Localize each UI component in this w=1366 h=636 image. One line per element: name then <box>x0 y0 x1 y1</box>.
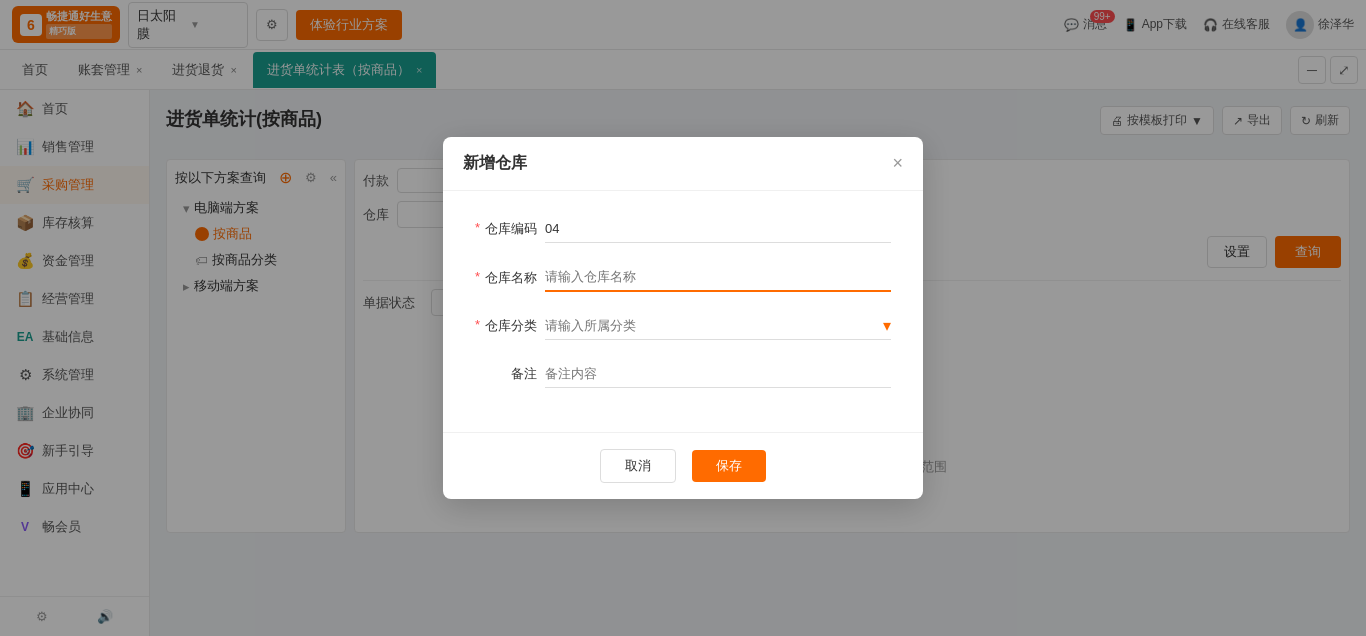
category-dropdown-icon: ▾ <box>883 316 891 335</box>
code-input[interactable] <box>545 215 891 243</box>
form-row-code: 仓库编码 <box>475 215 891 243</box>
modal-footer: 取消 保存 <box>443 432 923 499</box>
form-row-category: 仓库分类 ▾ <box>475 312 891 340</box>
category-select-input[interactable] <box>545 312 883 339</box>
modal-close-button[interactable]: × <box>892 153 903 174</box>
form-row-note: 备注 <box>475 360 891 388</box>
category-label: 仓库分类 <box>475 317 545 335</box>
note-label: 备注 <box>475 365 545 383</box>
new-warehouse-modal: 新增仓库 × 仓库编码 仓库名称 仓库分类 ▾ <box>443 137 923 499</box>
modal-title: 新增仓库 <box>463 153 527 174</box>
cancel-button[interactable]: 取消 <box>600 449 676 483</box>
category-select-wrapper[interactable]: ▾ <box>545 312 891 340</box>
modal-overlay: 新增仓库 × 仓库编码 仓库名称 仓库分类 ▾ <box>0 0 1366 636</box>
code-label: 仓库编码 <box>475 220 545 238</box>
note-input[interactable] <box>545 360 891 388</box>
modal-header: 新增仓库 × <box>443 137 923 191</box>
name-input[interactable] <box>545 263 891 292</box>
save-button[interactable]: 保存 <box>692 450 766 482</box>
modal-body: 仓库编码 仓库名称 仓库分类 ▾ 备注 <box>443 191 923 432</box>
name-label: 仓库名称 <box>475 269 545 287</box>
form-row-name: 仓库名称 <box>475 263 891 292</box>
